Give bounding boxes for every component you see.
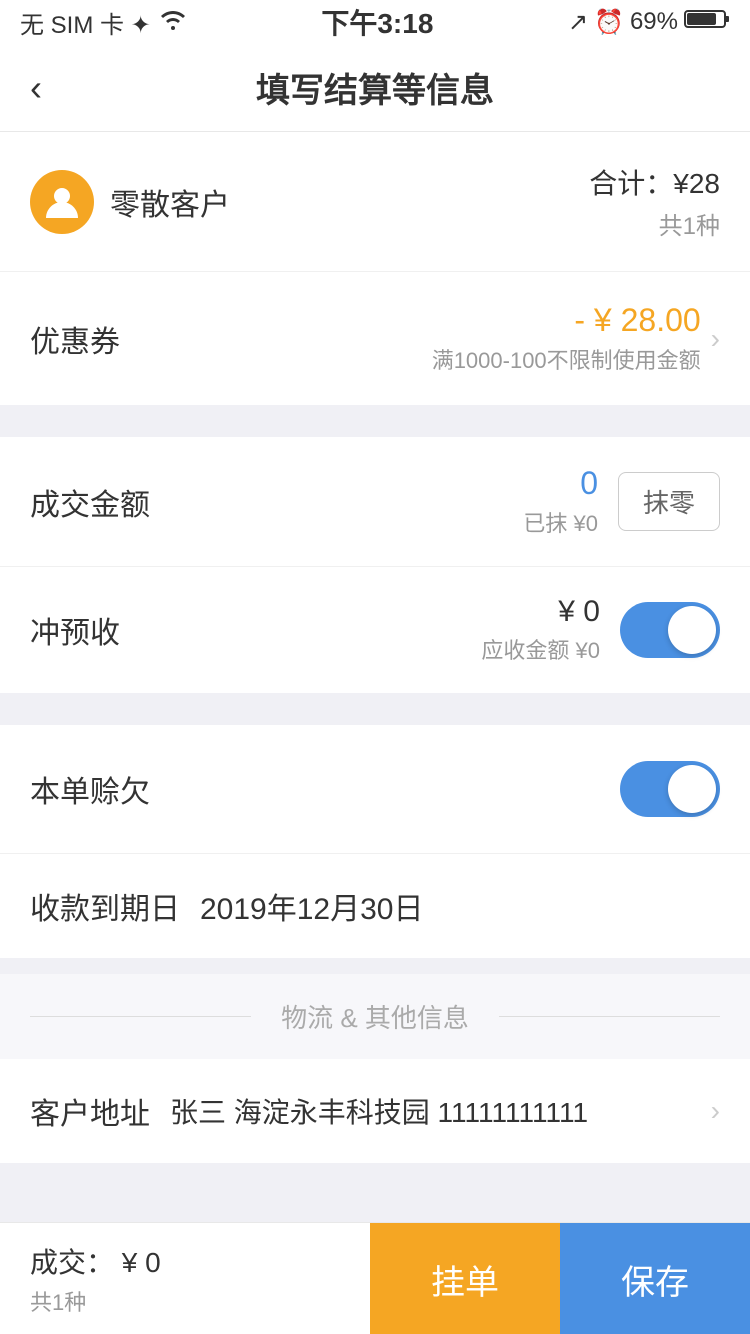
coupon-right: - ¥ 28.00 满1000-100不限制使用金额 ›	[432, 302, 720, 375]
section-divider-1	[0, 421, 750, 437]
status-left: 无 SIM 卡 ✦	[20, 5, 187, 40]
logistics-line-left	[30, 1016, 251, 1017]
footer-count: 共1种	[30, 1285, 340, 1317]
customer-left: 零散客户	[30, 170, 230, 234]
footer-deal: 成交： ¥ 0	[30, 1241, 340, 1281]
coupon-desc: 满1000-100不限制使用金额	[432, 343, 701, 375]
logistics-divider: 物流 & 其他信息	[0, 974, 750, 1059]
coupon-amount: - ¥ 28.00	[432, 302, 701, 339]
credit-row: 本单赊欠	[0, 725, 750, 853]
address-value: 张三 海淀永丰科技园 11111111111	[170, 1091, 711, 1131]
prepay-right: ¥ 0 应收金额 ¥0	[481, 595, 720, 665]
coupon-row[interactable]: 优惠券 - ¥ 28.00 满1000-100不限制使用金额 ›	[0, 271, 750, 405]
page-title: 填写结算等信息	[256, 63, 494, 112]
credit-toggle[interactable]	[620, 761, 720, 817]
chevron-right-icon: ›	[711, 323, 720, 355]
hold-button[interactable]: 挂单	[370, 1223, 560, 1334]
address-section: 客户地址 张三 海淀永丰科技园 11111111111 ›	[0, 1059, 750, 1163]
customer-name: 零散客户	[110, 180, 230, 224]
due-date-value: 2019年12月30日	[200, 884, 423, 928]
deal-deducted: 已抹 ¥0	[523, 506, 598, 538]
save-button[interactable]: 保存	[560, 1223, 750, 1334]
coupon-label: 优惠券	[30, 317, 120, 361]
credit-label: 本单赊欠	[30, 767, 150, 811]
wifi-icon	[159, 8, 187, 37]
logistics-text: 物流 & 其他信息	[281, 998, 469, 1035]
status-bar: 无 SIM 卡 ✦ 下午3:18 ↗ ⏰ 69%	[0, 0, 750, 44]
deal-amount-label: 成交金额	[30, 480, 150, 524]
footer-deal-amount: ¥ 0	[122, 1247, 161, 1278]
credit-section: 本单赊欠 收款到期日 2019年12月30日	[0, 725, 750, 958]
deal-amount-value: 0	[523, 465, 598, 502]
address-row[interactable]: 客户地址 张三 海淀永丰科技园 11111111111 ›	[0, 1059, 750, 1163]
customer-right: 合计：¥28 共1种	[589, 162, 720, 241]
coupon-info: - ¥ 28.00 满1000-100不限制使用金额	[432, 302, 701, 375]
footer-deal-label: 成交：	[30, 1247, 114, 1278]
deal-section: 成交金额 0 已抹 ¥0 抹零 冲预收 ¥ 0 应收金额 ¥0	[0, 437, 750, 693]
prepay-receivable: 应收金额 ¥0	[481, 633, 600, 665]
avatar	[30, 170, 94, 234]
logistics-line-right	[499, 1016, 720, 1017]
prepay-amount: ¥ 0	[481, 595, 600, 629]
status-right: ↗ ⏰ 69%	[568, 8, 730, 37]
prepay-toggle[interactable]	[620, 602, 720, 658]
round-zero-button[interactable]: 抹零	[618, 472, 720, 531]
prepay-row: 冲预收 ¥ 0 应收金额 ¥0	[0, 567, 750, 693]
due-date-label: 收款到期日	[30, 884, 180, 928]
back-button[interactable]: ‹	[30, 67, 42, 109]
customer-row: 零散客户 合计：¥28 共1种	[0, 132, 750, 271]
deal-amount-right: 0 已抹 ¥0 抹零	[523, 465, 720, 538]
sim-status: 无 SIM 卡 ✦	[20, 5, 151, 40]
section-divider-2	[0, 709, 750, 725]
alarm-icon: ⏰	[594, 8, 624, 37]
deal-amount-row: 成交金额 0 已抹 ¥0 抹零	[0, 437, 750, 567]
battery-icon	[684, 8, 730, 37]
status-time: 下午3:18	[321, 2, 433, 42]
customer-section: 零散客户 合计：¥28 共1种 优惠券 - ¥ 28.00 满1000-100不…	[0, 132, 750, 405]
address-chevron-icon: ›	[711, 1095, 720, 1127]
battery-text: 69%	[630, 8, 678, 36]
customer-total: 合计：¥28	[589, 162, 720, 202]
nav-bar: ‹ 填写结算等信息	[0, 44, 750, 132]
deal-amount-info: 0 已抹 ¥0	[523, 465, 598, 538]
prepay-info: ¥ 0 应收金额 ¥0	[481, 595, 600, 665]
footer-info: 成交： ¥ 0 共1种	[0, 1223, 370, 1334]
address-label: 客户地址	[30, 1089, 150, 1133]
customer-count: 共1种	[589, 206, 720, 241]
footer: 成交： ¥ 0 共1种 挂单 保存	[0, 1222, 750, 1334]
due-date-row: 收款到期日 2019年12月30日	[0, 853, 750, 958]
location-icon: ↗	[568, 8, 588, 37]
prepay-label: 冲预收	[30, 608, 120, 652]
